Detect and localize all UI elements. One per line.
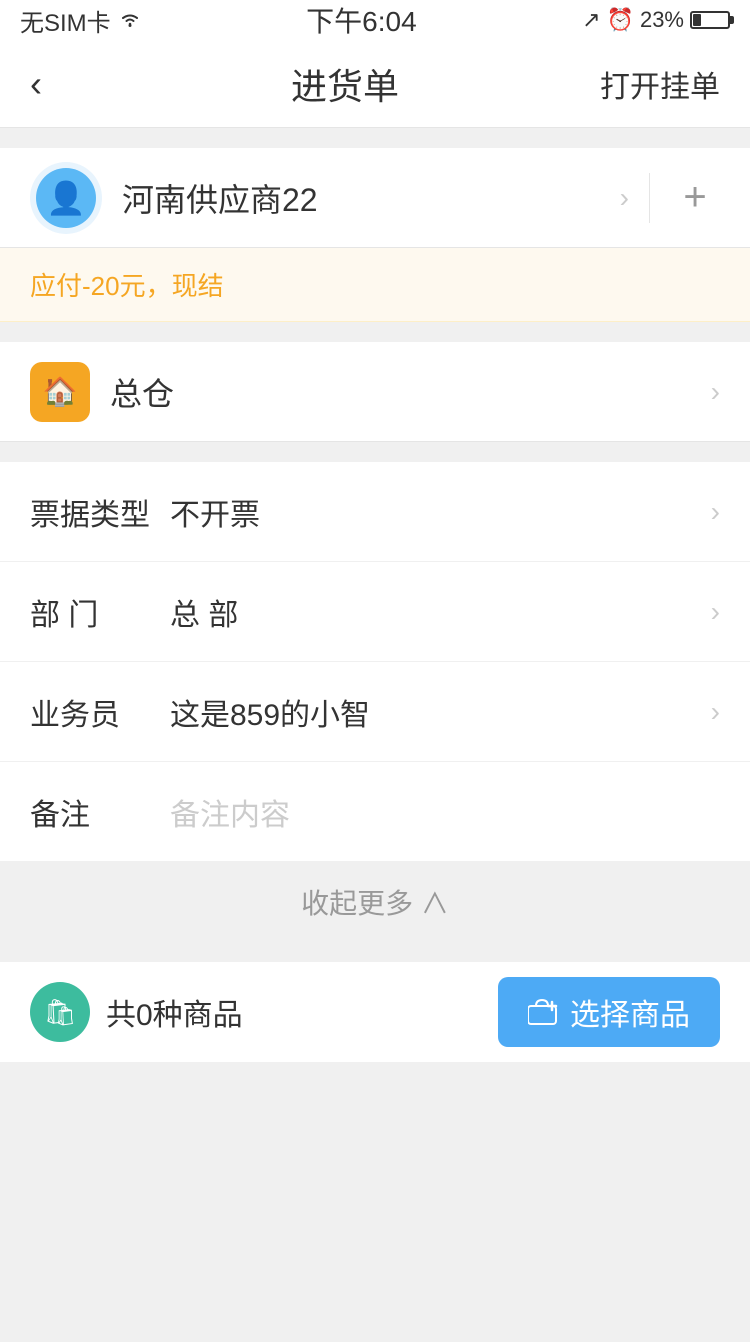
bottom-left: 🛍 共0种商品 — [30, 982, 243, 1042]
supplier-chevron-icon: › — [620, 182, 629, 214]
department-row[interactable]: 部 门 总 部 › — [0, 562, 750, 662]
notice-bar: 应付-20元，现结 — [0, 248, 750, 322]
form-section: 票据类型 不开票 › 部 门 总 部 › 业务员 这是859的小智 › 备注 备… — [0, 462, 750, 862]
open-pending-button[interactable]: 打开挂单 — [600, 62, 720, 106]
select-goods-button[interactable]: 选择商品 — [498, 977, 720, 1047]
warehouse-chevron-icon: › — [711, 376, 720, 408]
warehouse-row[interactable]: 🏠 总仓 › — [0, 342, 750, 442]
invoice-type-row[interactable]: 票据类型 不开票 › — [0, 462, 750, 562]
salesperson-row[interactable]: 业务员 这是859的小智 › — [0, 662, 750, 762]
battery-percent: 23% — [640, 7, 684, 33]
bottom-bar: 🛍 共0种商品 选择商品 — [0, 962, 750, 1062]
invoice-type-value: 不开票 — [150, 490, 711, 534]
salesperson-value: 这是859的小智 — [150, 690, 711, 734]
page-title: 进货单 — [291, 58, 399, 110]
supplier-name: 河南供应商22 — [122, 175, 620, 221]
invoice-type-label: 票据类型 — [30, 490, 150, 534]
remark-row[interactable]: 备注 备注内容 — [0, 762, 750, 862]
department-chevron-icon: › — [711, 596, 720, 628]
remaining-space — [0, 1062, 750, 1342]
gap2 — [0, 322, 750, 342]
invoice-type-chevron-icon: › — [711, 496, 720, 528]
collapse-bar[interactable]: 收起更多 ∧ — [0, 862, 750, 942]
product-count: 共0种商品 — [106, 990, 243, 1034]
add-supplier-button[interactable]: + — [670, 175, 720, 220]
person-icon: 👤 — [46, 179, 86, 217]
add-cart-icon — [528, 998, 560, 1026]
supplier-row[interactable]: 👤 河南供应商22 › + — [0, 148, 750, 248]
supplier-section: 👤 河南供应商22 › + 应付-20元，现结 — [0, 148, 750, 322]
collapse-label: 收起更多 ∧ — [301, 882, 449, 922]
department-value: 总 部 — [150, 590, 711, 634]
nav-bar: ‹ 进货单 打开挂单 — [0, 40, 750, 128]
status-indicators: ↗ ⏰ 23% — [582, 7, 730, 33]
location-icon: ↗ — [582, 7, 600, 33]
battery-icon — [690, 11, 730, 29]
department-label: 部 门 — [30, 590, 150, 634]
select-goods-label: 选择商品 — [570, 990, 690, 1034]
status-carrier-wifi: 无SIM卡 — [20, 3, 141, 38]
shopping-bag-icon: 🛍 — [43, 997, 76, 1028]
avatar-inner: 👤 — [36, 168, 96, 228]
product-icon-container: 🛍 — [30, 982, 90, 1042]
remark-label: 备注 — [30, 790, 150, 834]
back-button[interactable]: ‹ — [30, 63, 90, 105]
remark-input[interactable]: 备注内容 — [150, 790, 720, 834]
carrier-text: 无SIM卡 — [20, 3, 111, 38]
status-bar: 无SIM卡 下午6:04 ↗ ⏰ 23% — [0, 0, 750, 40]
salesperson-chevron-icon: › — [711, 696, 720, 728]
supplier-avatar: 👤 — [30, 162, 102, 234]
status-time: 下午6:04 — [306, 0, 417, 40]
warehouse-name: 总仓 — [110, 369, 711, 415]
house-icon: 🏠 — [43, 375, 78, 408]
notice-text: 应付-20元，现结 — [30, 271, 224, 301]
wifi-icon — [119, 12, 141, 28]
salesperson-label: 业务员 — [30, 690, 150, 734]
divider — [649, 173, 650, 223]
gap1 — [0, 128, 750, 148]
alarm-icon: ⏰ — [607, 7, 634, 33]
warehouse-icon-container: 🏠 — [30, 362, 90, 422]
